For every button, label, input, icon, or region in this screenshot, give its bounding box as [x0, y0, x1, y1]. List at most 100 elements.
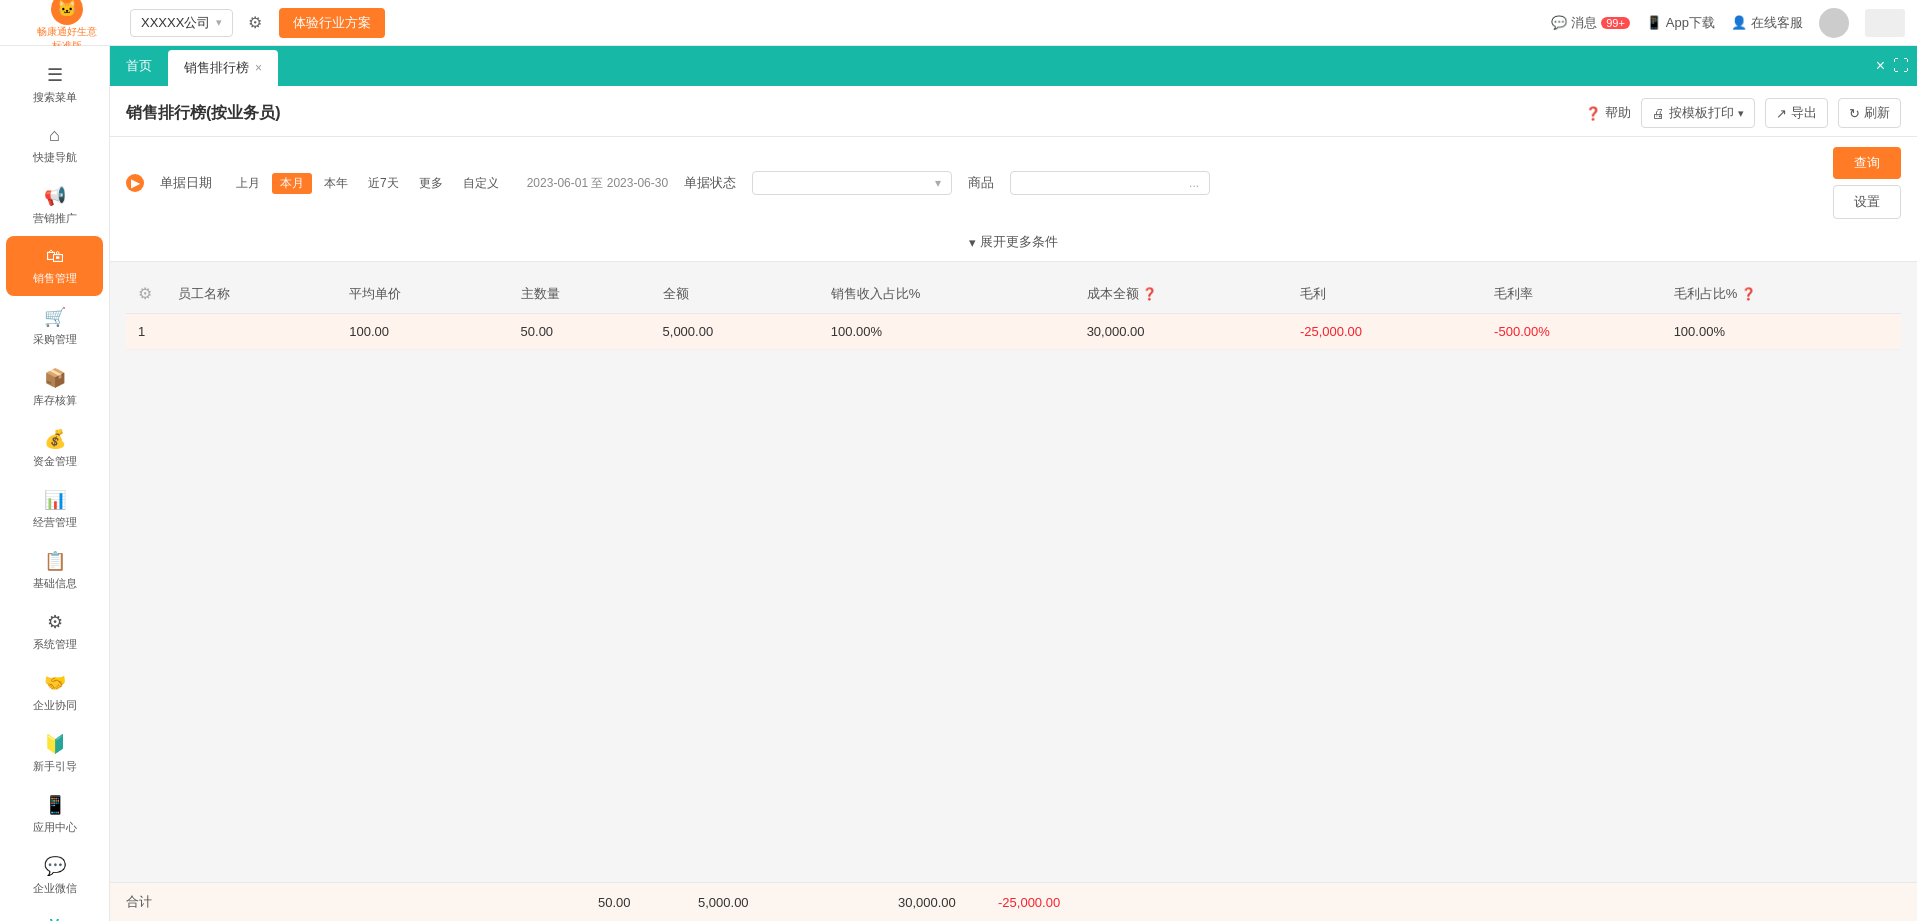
- table-container: ⚙ 员工名称 平均单价 主数量 全额 销售收入占比% 成本全额 ❓ 毛利 毛利率: [110, 262, 1917, 882]
- tab-home-label: 首页: [126, 57, 152, 75]
- app-download-label: App下载: [1666, 14, 1715, 32]
- logo-area: 🐱 畅康通好生意 标准版: [12, 0, 122, 53]
- sidebar-item-sales[interactable]: 🛍 销售管理: [6, 236, 103, 296]
- th-gross-pct: 毛利占比% ❓: [1662, 274, 1901, 314]
- footer-label: 合计: [126, 893, 206, 911]
- tab-close-icon[interactable]: ×: [255, 61, 262, 75]
- sales-icon: 🛍: [46, 246, 64, 267]
- sidebar-item-apps[interactable]: 📱 应用中心: [0, 784, 109, 845]
- sidebar-item-marketing[interactable]: 📢 营销推广: [0, 175, 109, 236]
- tab-sales-ranking[interactable]: 销售排行榜 ×: [168, 50, 278, 86]
- goods-select[interactable]: ...: [1010, 171, 1210, 195]
- date-tab-this-month[interactable]: 本月: [272, 173, 312, 194]
- data-table: ⚙ 员工名称 平均单价 主数量 全额 销售收入占比% 成本全额 ❓ 毛利 毛利率: [126, 274, 1901, 350]
- help-label: 帮助: [1605, 104, 1631, 122]
- date-filter-label: 单据日期: [160, 174, 212, 192]
- msg-label: 消息: [1571, 14, 1597, 32]
- avatar[interactable]: [1819, 8, 1849, 38]
- column-settings-icon[interactable]: ⚙: [138, 285, 152, 302]
- date-tab-custom[interactable]: 自定义: [455, 173, 507, 194]
- message-icon: 💬: [1551, 15, 1567, 30]
- user-name-area: [1865, 9, 1905, 37]
- cost-help-icon[interactable]: ❓: [1142, 287, 1157, 301]
- page-content: 销售排行榜(按业务员) ❓ 帮助 🖨 按模板打印 ▾ ↗ 导出: [110, 86, 1917, 921]
- top-right: 💬 消息 99+ 📱 App下载 👤 在线客服: [1551, 8, 1905, 38]
- filter-area: ▶ 单据日期 上月 本月 本年 近7天 更多 自定义 2023-06-01 至 …: [110, 137, 1917, 262]
- sidebar-item-system[interactable]: ⚙ 系统管理: [0, 601, 109, 662]
- sidebar-item-member[interactable]: V 畅会员: [0, 906, 109, 921]
- sidebar-item-quick[interactable]: ⌂ 快捷导航: [0, 115, 109, 175]
- home-icon: ⌂: [49, 125, 60, 146]
- search-menu-icon: ☰: [47, 64, 63, 86]
- footer-main-qty: [486, 895, 586, 910]
- date-tab-this-year[interactable]: 本年: [316, 173, 356, 194]
- sidebar-item-finance[interactable]: 💰 资金管理: [0, 418, 109, 479]
- settings-icon-btn[interactable]: ⚙: [241, 9, 269, 37]
- sidebar-item-search[interactable]: ☰ 搜索菜单: [0, 54, 109, 115]
- window-close-icon[interactable]: ×: [1876, 57, 1885, 75]
- cell-main-qty: 50.00: [509, 314, 651, 350]
- sidebar-item-basic[interactable]: 📋 基础信息: [0, 540, 109, 601]
- member-icon: V: [50, 916, 59, 921]
- refresh-button[interactable]: ↻ 刷新: [1838, 98, 1901, 128]
- sidebar-item-guide[interactable]: 🔰 新手引导: [0, 723, 109, 784]
- sidebar-label-operation: 经营管理: [33, 515, 77, 530]
- date-tab-more[interactable]: 更多: [411, 173, 451, 194]
- th-settings[interactable]: ⚙: [126, 274, 166, 314]
- service-icon: 👤: [1731, 15, 1747, 30]
- expand-conditions-btn[interactable]: ▾ 展开更多条件: [969, 233, 1058, 251]
- sidebar-label-corp: 企业协同: [33, 698, 77, 713]
- sidebar-item-corp[interactable]: 🤝 企业协同: [0, 662, 109, 723]
- date-tab-last-month[interactable]: 上月: [228, 173, 268, 194]
- footer-cost-val: 30,000.00: [886, 895, 986, 910]
- th-amount: 全额: [651, 274, 819, 314]
- help-button[interactable]: ❓ 帮助: [1585, 104, 1631, 122]
- sidebar-label-quick: 快捷导航: [33, 150, 77, 165]
- help-icon: ❓: [1585, 106, 1601, 121]
- sidebar-label-search: 搜索菜单: [33, 90, 77, 105]
- gear-icon: ⚙: [248, 13, 262, 32]
- date-range-display: 2023-06-01 至 2023-06-30: [527, 175, 668, 192]
- sidebar-item-purchase[interactable]: 🛒 采购管理: [0, 296, 109, 357]
- print-button[interactable]: 🖨 按模板打印 ▾: [1641, 98, 1755, 128]
- app-download-btn[interactable]: 📱 App下载: [1646, 14, 1715, 32]
- date-tab-7days[interactable]: 近7天: [360, 173, 407, 194]
- export-button[interactable]: ↗ 导出: [1765, 98, 1828, 128]
- content-area: 首页 销售排行榜 × × ⛶ 销售排行榜(按业务员) ❓ 帮助: [110, 46, 1917, 921]
- print-label: 按模板打印: [1669, 104, 1734, 122]
- expand-more-row: ▾ 展开更多条件: [126, 225, 1901, 251]
- trial-button[interactable]: 体验行业方案: [279, 8, 385, 38]
- footer-gross-val: -25,000.00: [986, 895, 1086, 910]
- filter-actions: 查询 设置: [1833, 147, 1901, 219]
- messages-btn[interactable]: 💬 消息 99+: [1551, 14, 1630, 32]
- date-tabs: 上月 本月 本年 近7天 更多 自定义: [228, 173, 507, 194]
- page-title: 销售排行榜(按业务员): [126, 103, 281, 124]
- sidebar-item-operation[interactable]: 📊 经营管理: [0, 479, 109, 540]
- window-expand-icon[interactable]: ⛶: [1893, 57, 1909, 75]
- tab-bar-right: × ⛶: [1876, 57, 1917, 75]
- sidebar: ☰ 搜索菜单 ⌂ 快捷导航 📢 营销推广 🛍 销售管理 🛒 采购管理 📦 库存核…: [0, 46, 110, 921]
- company-selector[interactable]: XXXXX公司 ▾: [130, 9, 233, 37]
- tab-home[interactable]: 首页: [110, 46, 168, 86]
- online-service-btn[interactable]: 👤 在线客服: [1731, 14, 1803, 32]
- sidebar-label-sales: 销售管理: [33, 271, 77, 286]
- status-select[interactable]: ▾: [752, 171, 952, 195]
- table-header-row: ⚙ 员工名称 平均单价 主数量 全额 销售收入占比% 成本全额 ❓ 毛利 毛利率: [126, 274, 1901, 314]
- grosspct-help-icon[interactable]: ❓: [1741, 287, 1756, 301]
- goods-filter-label: 商品: [968, 174, 994, 192]
- cell-name: [166, 314, 337, 350]
- sidebar-item-inventory[interactable]: 📦 库存核算: [0, 357, 109, 418]
- purchase-icon: 🛒: [44, 306, 66, 328]
- filter-expand-arrow[interactable]: ▶: [126, 174, 144, 192]
- cell-amount: 5,000.00: [651, 314, 819, 350]
- page-actions: ❓ 帮助 🖨 按模板打印 ▾ ↗ 导出 ↻ 刷新: [1585, 98, 1901, 128]
- top-bar: 🐱 畅康通好生意 标准版 XXXXX公司 ▾ ⚙ 体验行业方案 💬 消息 99+…: [0, 0, 1917, 46]
- sidebar-label-guide: 新手引导: [33, 759, 77, 774]
- table-row: 1 100.00 50.00 5,000.00 100.00% 30,000.0…: [126, 314, 1901, 350]
- query-button[interactable]: 查询: [1833, 147, 1901, 179]
- apps-icon: 📱: [44, 794, 66, 816]
- footer-spacer: [786, 895, 886, 910]
- set-button[interactable]: 设置: [1833, 185, 1901, 219]
- th-name: 员工名称: [166, 274, 337, 314]
- sidebar-item-wechat[interactable]: 💬 企业微信: [0, 845, 109, 906]
